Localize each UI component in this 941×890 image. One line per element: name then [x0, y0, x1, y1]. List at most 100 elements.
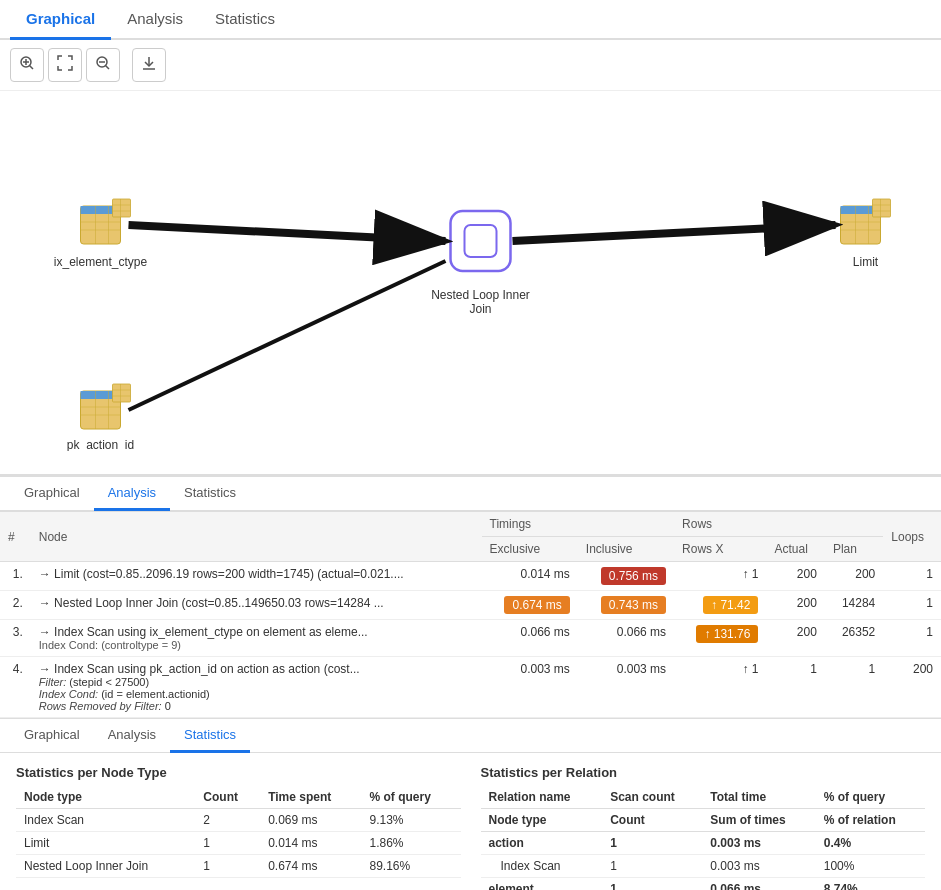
row1-num: 1.: [0, 562, 31, 591]
table-row: 4. → Index Scan using pk_action_id on ac…: [0, 657, 941, 718]
fit-button[interactable]: [48, 48, 82, 82]
svg-line-44: [513, 225, 836, 241]
row2-rows-x: ↑ 71.42: [674, 591, 766, 620]
svg-rect-29: [451, 211, 511, 271]
analysis-panel: Graphical Analysis Statistics # Node Tim…: [0, 476, 941, 718]
col-num: #: [0, 512, 31, 562]
zoom-out-button[interactable]: [86, 48, 120, 82]
col-rows-x: Rows X: [674, 537, 766, 562]
stats-grid: Statistics per Node Type Node type Count…: [16, 765, 925, 890]
stats-row: Nested Loop Inner Join 1 0.674 ms 89.16%: [16, 855, 461, 878]
download-icon: [141, 55, 157, 75]
col-exclusive: Exclusive: [482, 537, 578, 562]
tab-analysis-analysis[interactable]: Analysis: [94, 477, 170, 511]
stat-time-1: 0.069 ms: [260, 809, 361, 832]
node-nested-loop[interactable]: Nested Loop Inner Join: [431, 211, 530, 316]
row2-loops: 1: [883, 591, 941, 620]
analysis-tab-bar: Graphical Analysis Statistics: [0, 477, 941, 511]
tab-statistics-stats[interactable]: Statistics: [170, 719, 250, 753]
fit-icon: [57, 55, 73, 75]
tab-graphical-stats[interactable]: Graphical: [10, 719, 94, 753]
table-row: 2. → Nested Loop Inner Join (cost=0.85..…: [0, 591, 941, 620]
top-tab-bar: Graphical Analysis Statistics: [0, 0, 941, 40]
stat-count-2: 1: [195, 832, 260, 855]
rel-total-2: 0.003 ms: [702, 855, 815, 878]
row2-node: → Nested Loop Inner Join (cost=0.85..149…: [31, 591, 482, 620]
table-row: 1. → Limit (cost=0.85..2096.19 rows=200 …: [0, 562, 941, 591]
rel-col-total: Total time: [702, 786, 815, 809]
tab-analysis-top[interactable]: Analysis: [111, 0, 199, 40]
stats-relation-section: Statistics per Relation Relation name Sc…: [481, 765, 926, 890]
row4-actual: 1: [766, 657, 824, 718]
rel-sub-col-node: Node type: [481, 809, 603, 832]
svg-rect-25: [113, 384, 131, 402]
row3-plan: 26352: [825, 620, 883, 657]
row3-inclusive: 0.066 ms: [578, 620, 674, 657]
row3-num: 3.: [0, 620, 31, 657]
tab-analysis-stats[interactable]: Analysis: [94, 719, 170, 753]
row2-inclusive-badge: 0.743 ms: [601, 596, 666, 614]
rel-pct-1: 0.4%: [816, 832, 925, 855]
node-limit-label: Limit: [853, 255, 879, 269]
row2-exclusive: 0.674 ms: [482, 591, 578, 620]
rel-col-pct: % of query: [816, 786, 925, 809]
row2-rowsx-badge: ↑ 71.42: [703, 596, 758, 614]
node-pk-action-id[interactable]: pk_action_id: [67, 384, 134, 451]
node-pk-label: pk_action_id: [67, 438, 134, 451]
node-nested-label-1: Nested Loop Inner: [431, 288, 530, 302]
row4-plan: 1: [825, 657, 883, 718]
zoom-in-icon: [19, 55, 35, 75]
statistics-panel: Graphical Analysis Statistics Statistics…: [0, 718, 941, 890]
stat-time-3: 0.674 ms: [260, 855, 361, 878]
analysis-table: # Node Timings Rows Loops Exclusive Incl…: [0, 511, 941, 718]
table-row: 3. → Index Scan using ix_element_ctype o…: [0, 620, 941, 657]
diagram-svg: ix_element_ctype pk_action_id Nested Loo…: [20, 111, 921, 451]
tab-statistics-analysis[interactable]: Statistics: [170, 477, 250, 511]
stats-relation-row-bold-2: element 1 0.066 ms 8.74%: [481, 878, 926, 891]
row1-exclusive: 0.014 ms: [482, 562, 578, 591]
tab-graphical-top[interactable]: Graphical: [10, 0, 111, 40]
rel-pct-2: 100%: [816, 855, 925, 878]
row2-plan: 14284: [825, 591, 883, 620]
stats-node-type-title: Statistics per Node Type: [16, 765, 461, 780]
stats-row: Limit 1 0.014 ms 1.86%: [16, 832, 461, 855]
svg-rect-30: [465, 225, 497, 257]
tab-statistics-top[interactable]: Statistics: [199, 0, 291, 40]
rel-name-3: element: [481, 878, 603, 891]
row3-node: → Index Scan using ix_element_ctype on e…: [31, 620, 482, 657]
node-limit[interactable]: Limit: [841, 199, 891, 269]
svg-line-5: [106, 66, 110, 70]
stats-relation-title: Statistics per Relation: [481, 765, 926, 780]
node-ix-label: ix_element_ctype: [54, 255, 148, 269]
rel-pct-3: 8.74%: [816, 878, 925, 891]
stat-node-type-2: Limit: [16, 832, 195, 855]
row4-exclusive: 0.003 ms: [482, 657, 578, 718]
tab-graphical-analysis[interactable]: Graphical: [10, 477, 94, 511]
rel-sub-col-pct: % of relation: [816, 809, 925, 832]
row2-inclusive: 0.743 ms: [578, 591, 674, 620]
stats-tab-bar: Graphical Analysis Statistics: [0, 719, 941, 753]
zoom-out-icon: [95, 55, 111, 75]
row4-rows-x: ↑ 1: [674, 657, 766, 718]
rel-scan-1: 1: [602, 832, 702, 855]
download-button[interactable]: [132, 48, 166, 82]
stat-pct-1: 9.13%: [361, 809, 460, 832]
row2-actual: 200: [766, 591, 824, 620]
svg-line-1: [30, 66, 34, 70]
svg-line-42: [129, 225, 446, 241]
stats-relation-row-indent-1: Index Scan 1 0.003 ms 100%: [481, 855, 926, 878]
col-timings-group: Timings: [482, 512, 675, 537]
zoom-in-button[interactable]: [10, 48, 44, 82]
stat-node-type-3: Nested Loop Inner Join: [16, 855, 195, 878]
stat-time-2: 0.014 ms: [260, 832, 361, 855]
stats-relation-table: Relation name Scan count Total time % of…: [481, 786, 926, 890]
node-ix-element-ctype[interactable]: ix_element_ctype: [54, 199, 148, 269]
rel-col-name: Relation name: [481, 786, 603, 809]
row1-inclusive-badge: 0.756 ms: [601, 567, 666, 585]
rel-sub-col-sum: Sum of times: [702, 809, 815, 832]
stat-count-3: 1: [195, 855, 260, 878]
row2-num: 2.: [0, 591, 31, 620]
row4-num: 4.: [0, 657, 31, 718]
stat-pct-2: 1.86%: [361, 832, 460, 855]
row1-loops: 1: [883, 562, 941, 591]
